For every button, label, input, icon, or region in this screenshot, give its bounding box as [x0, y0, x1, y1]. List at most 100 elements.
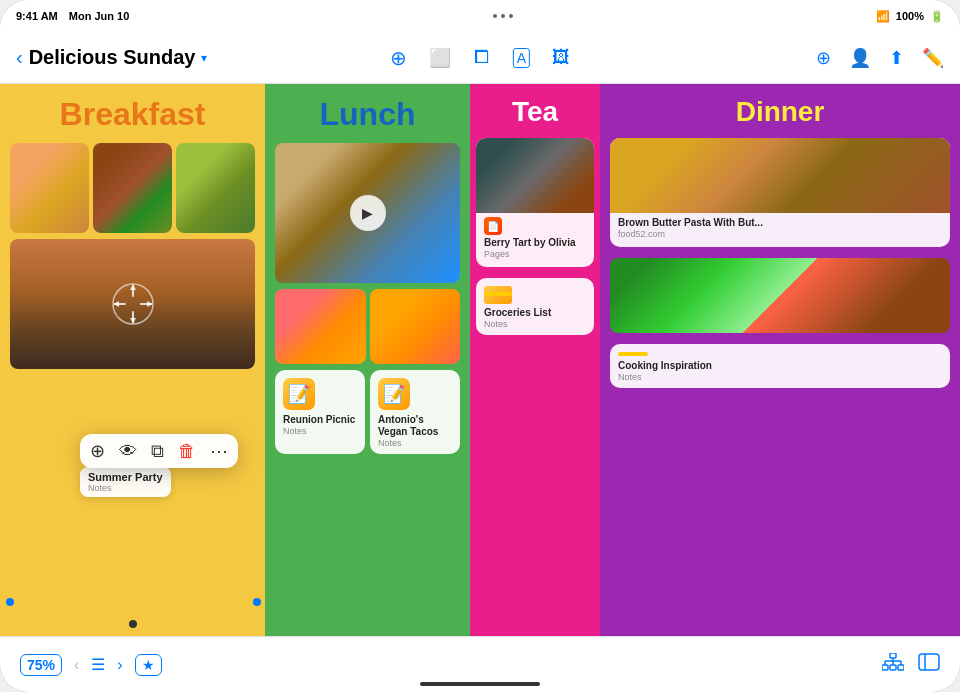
ctx-trash-icon[interactable]: 🗑	[178, 441, 196, 462]
status-center	[493, 14, 513, 18]
nav-prev-btn[interactable]: ‹	[74, 656, 79, 674]
ctx-more-icon[interactable]: ⋯	[210, 440, 228, 462]
home-indicator	[420, 682, 540, 686]
lunch-sub-images	[275, 289, 460, 364]
person-icon[interactable]: 👤	[849, 47, 871, 69]
note-sub-2: Notes	[378, 438, 452, 448]
slide-dot-active	[129, 620, 137, 628]
pasta-sub: food52.com	[618, 229, 942, 239]
groceries-sub: Notes	[484, 319, 586, 329]
lunch-main-img: ▶	[275, 143, 460, 283]
zoom-level[interactable]: 75%	[20, 654, 62, 676]
ctx-copy-icon[interactable]: ⧉	[151, 441, 164, 462]
svg-marker-5	[130, 284, 136, 290]
tea-groceries-note[interactable]: Groceries List Notes	[476, 278, 594, 335]
svg-rect-10	[882, 665, 888, 670]
share-icon[interactable]: ⬆	[889, 47, 904, 69]
lunch-header: Lunch	[275, 96, 460, 133]
svg-rect-12	[898, 665, 904, 670]
back-button[interactable]: ‹ Delicious Sunday ▾	[16, 46, 207, 69]
tea-header: Tea	[476, 96, 594, 128]
battery-label: 100%	[896, 10, 924, 22]
status-date: Mon Jun 10	[69, 10, 130, 22]
title-chevron-icon: ▾	[201, 51, 207, 65]
play-button[interactable]: ▶	[350, 195, 386, 231]
bottom-left-controls: 75% ‹ ☰ › ★	[20, 654, 162, 676]
col-breakfast: Breakfast	[0, 84, 265, 636]
slide-dots	[129, 620, 137, 628]
label-card: Summer Party Notes	[80, 467, 171, 497]
toolbar-layers-icon[interactable]: ⧠	[473, 47, 491, 68]
status-time: 9:41 AM	[16, 10, 58, 22]
wifi-icon: 📶	[876, 10, 890, 23]
label-card-sub: Notes	[88, 483, 163, 493]
anchor-dot-br[interactable]	[253, 598, 261, 606]
groceries-title: Groceries List	[484, 307, 586, 319]
lunch-note-reunion[interactable]: 📝 Reunion Picnic Notes	[275, 370, 365, 454]
ctx-eye-icon[interactable]: 👁	[119, 441, 137, 462]
breakfast-melon-img	[10, 143, 89, 233]
ctx-globe-icon[interactable]: ⊕	[90, 440, 105, 462]
label-card-title: Summer Party	[88, 471, 163, 483]
svg-rect-18	[919, 654, 939, 670]
breakfast-berries-img	[93, 143, 172, 233]
tea-content: 📄 Berry Tart by Olivia Pages Groce	[476, 138, 594, 341]
hierarchy-icon[interactable]	[882, 653, 904, 676]
columns-grid: Breakfast	[0, 84, 960, 636]
note-sub-1: Notes	[283, 426, 357, 436]
status-left: 9:41 AM Mon Jun 10	[16, 10, 129, 22]
pasta-img	[610, 138, 950, 213]
toolbar: ‹ Delicious Sunday ▾ ⊕ ⬜ ⧠ A 🖼 ⊕ 👤 ⬆ ✏️	[0, 32, 960, 84]
toolbar-circle-icon[interactable]: ⊕	[390, 46, 407, 70]
svg-rect-11	[890, 665, 896, 670]
edit-icon[interactable]: ✏️	[922, 47, 944, 69]
breakfast-image-row	[10, 143, 255, 233]
tart-sub: Pages	[484, 249, 586, 259]
svg-rect-9	[890, 653, 896, 658]
inspiration-note-line	[618, 352, 648, 356]
main-content: Breakfast	[0, 84, 960, 636]
groceries-icon	[484, 286, 512, 304]
status-dot-3	[509, 14, 513, 18]
svg-marker-8	[147, 301, 153, 307]
add-circle-icon[interactable]: ⊕	[816, 47, 831, 69]
lunch-note-vegan[interactable]: 📝 Antonio's Vegan Tacos Notes	[370, 370, 460, 454]
dinner-content: Brown Butter Pasta With But... food52.co…	[610, 138, 950, 394]
lunch-oranges-img	[370, 289, 461, 364]
breakfast-header: Breakfast	[10, 96, 255, 133]
status-right: 📶 100% 🔋	[876, 10, 944, 23]
dinner-salad-img	[610, 258, 950, 333]
nav-next-btn[interactable]: ›	[117, 656, 122, 674]
anchor-dot-bl[interactable]	[6, 598, 14, 606]
col-dinner: Dinner Brown Butter Pasta With But... fo…	[600, 84, 960, 636]
toolbar-center-icons: ⊕ ⬜ ⧠ A 🖼	[390, 46, 570, 70]
status-dot-1	[493, 14, 497, 18]
inspiration-sub: Notes	[618, 372, 942, 382]
note-title-1: Reunion Picnic	[283, 414, 357, 426]
toolbar-text-icon[interactable]: A	[513, 48, 530, 68]
back-chevron-icon: ‹	[16, 46, 23, 69]
toolbar-right-icons: ⊕ 👤 ⬆ ✏️	[816, 47, 944, 69]
col-lunch: Lunch ▶ 📝 Reunion Picnic	[265, 84, 470, 636]
dinner-header: Dinner	[610, 96, 950, 128]
lunch-drinks-img	[275, 289, 366, 364]
ipad-screen: 9:41 AM Mon Jun 10 📶 100% 🔋 ‹ Delicious …	[0, 0, 960, 692]
col-tea: Tea 📄 Berry Tart by Olivia Pages	[470, 84, 600, 636]
context-menu: ⊕ 👁 ⧉ 🗑 ⋯	[80, 434, 238, 468]
nav-list-icon[interactable]: ☰	[91, 655, 105, 674]
dinner-pasta-card[interactable]: Brown Butter Pasta With But... food52.co…	[610, 138, 950, 247]
toolbar-rect-icon[interactable]: ⬜	[429, 47, 451, 69]
pages-icon: 📄	[484, 217, 502, 235]
nav-star-btn[interactable]: ★	[135, 654, 162, 676]
dinner-inspiration-note[interactable]: Cooking Inspiration Notes	[610, 344, 950, 388]
breakfast-grapes-img	[176, 143, 255, 233]
toolbar-image-icon[interactable]: 🖼	[552, 47, 570, 68]
note-title-2: Antonio's Vegan Tacos	[378, 414, 452, 438]
battery-icon: 🔋	[930, 10, 944, 23]
note-icon-2: 📝	[378, 378, 410, 410]
status-dot-2	[501, 14, 505, 18]
bottom-right-controls	[882, 653, 940, 676]
sidebar-toggle-icon[interactable]	[918, 653, 940, 676]
tea-tart-card[interactable]: 📄 Berry Tart by Olivia Pages	[476, 138, 594, 267]
note-icon-1: 📝	[283, 378, 315, 410]
